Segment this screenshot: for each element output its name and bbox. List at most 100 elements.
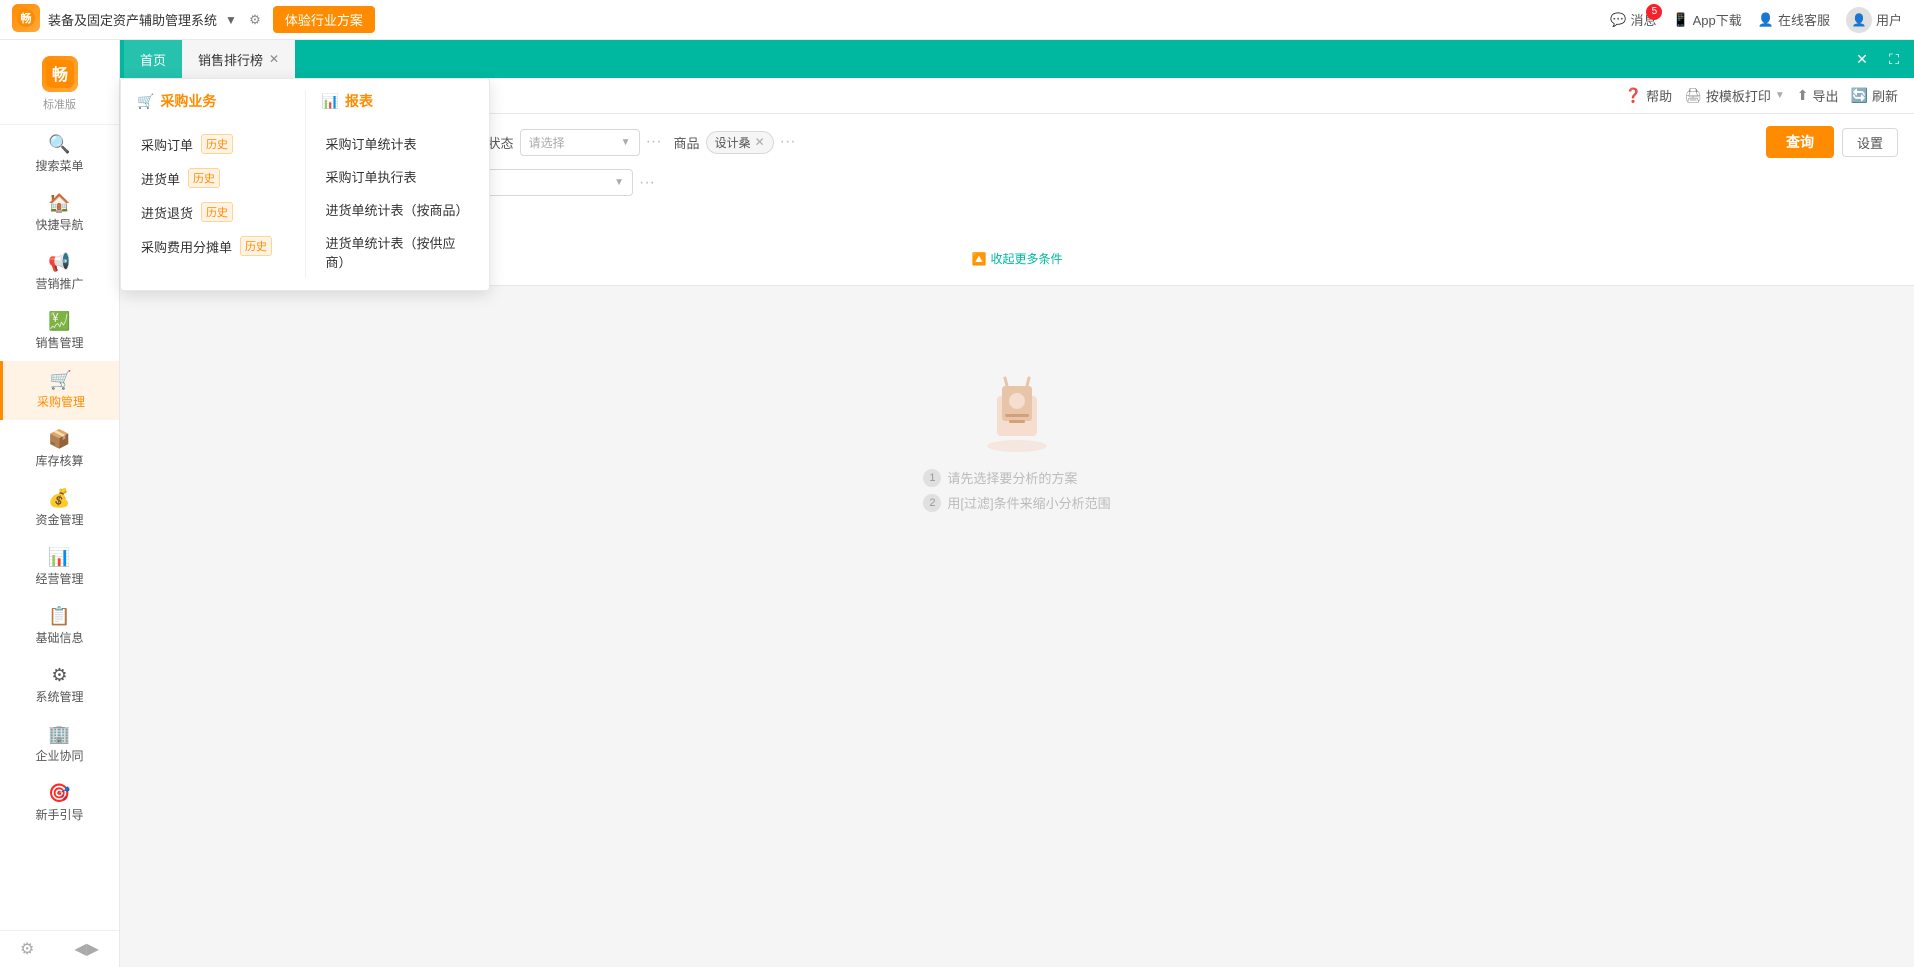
help-icon: ❓ [1625, 87, 1642, 104]
inventory-icon: 📦 [48, 430, 70, 448]
top-bar-left: 畅 装备及固定资产辅助管理系统 ▼ ⚙ 体验行业方案 [12, 4, 1600, 36]
top-bar-right: 💬 消息 5 📱 App下载 👤 在线客服 👤 用户 [1610, 7, 1902, 33]
tab-bar: 首页 销售排行榜 ✕ ✕ ⛶ [120, 40, 1914, 78]
tab-sales-rank[interactable]: 销售排行榜 ✕ [182, 40, 295, 78]
rank-filter-item: 排名项目 金额 ▼ ··· [136, 168, 376, 197]
goods-filter-item: 商品 设计桑 ✕ ··· [674, 131, 874, 154]
customer-label: 客户 [136, 211, 162, 230]
query-btn[interactable]: 查询 [1766, 126, 1834, 158]
settings-bottom-icon[interactable]: ⚙ [20, 939, 34, 959]
hint-text-2: 用[过滤]条件来缩小分析范围 [947, 493, 1110, 512]
staff-select[interactable]: 请选择 ▼ [433, 169, 633, 196]
dropdown-arrow-icon[interactable]: ▼ [225, 13, 237, 27]
refresh-btn[interactable]: 🔄 刷新 [1851, 86, 1898, 105]
industry-btn[interactable]: 体验行业方案 [273, 6, 375, 33]
filter-row-1: 日期 2024-01-01 - 2024-12-31 近7天 | 更多 | 自定… [136, 126, 1898, 158]
tab-home[interactable]: 首页 [124, 40, 182, 78]
customer-more-icon[interactable]: ··· [374, 212, 390, 230]
help-btn[interactable]: ❓ 帮助 [1625, 86, 1672, 105]
customer-select[interactable]: 请选择 [168, 207, 368, 234]
enterprise-icon: 🏢 [48, 725, 70, 743]
date-options: 近7天 | 更多 | 自定义 [337, 134, 450, 151]
empty-hints: 1 请先选择要分析的方案 2 用[过滤]条件来缩小分析范围 [923, 468, 1110, 512]
phone-icon: 📱 [1672, 12, 1688, 28]
date-range-input[interactable]: 2024-01-01 - 2024-12-31 [168, 130, 331, 155]
sales-icon: 💹 [48, 312, 70, 330]
setting-btn[interactable]: 设置 [1842, 128, 1898, 157]
tab-close-page-icon[interactable]: ✕ [1850, 47, 1874, 71]
search-icon: 🔍 [48, 135, 70, 153]
sidebar-item-operations[interactable]: 📊 经营管理 [0, 538, 119, 597]
goods-label: 商品 [674, 133, 700, 152]
date-opt-7days[interactable]: 近7天 [337, 134, 368, 151]
print-icon: 🖨 [1684, 87, 1702, 104]
logo-icon: 畅 [12, 4, 40, 32]
sidebar-item-inventory[interactable]: 📦 库存核算 [0, 420, 119, 479]
date-opt-sep2: | [406, 135, 409, 149]
settings-icon[interactable]: ⚙ [245, 10, 265, 30]
app-download-btn[interactable]: 📱 App下载 [1672, 10, 1741, 29]
tab-bar-actions: ✕ ⛶ [1850, 47, 1914, 71]
empty-illustration [967, 366, 1067, 456]
goods-more-icon[interactable]: ··· [780, 133, 796, 151]
sidebar-item-search[interactable]: 🔍 搜索菜单 [0, 125, 119, 184]
filter-row-3: 客户 请选择 ··· [136, 207, 1898, 234]
sidebar-item-purchase[interactable]: 🛒 采购管理 [0, 361, 119, 420]
page-content: ❓ 帮助 🖨 按模板打印 ▼ ⬆ 导出 🔄 刷新 [120, 78, 1914, 967]
rank-more-icon[interactable]: ··· [360, 174, 376, 192]
toolbar: ❓ 帮助 🖨 按模板打印 ▼ ⬆ 导出 🔄 刷新 [120, 78, 1914, 114]
sidebar-item-capital[interactable]: 💰 资金管理 [0, 479, 119, 538]
tab-close-icon[interactable]: ✕ [269, 52, 279, 66]
sidebar-item-sales[interactable]: 💹 销售管理 [0, 302, 119, 361]
marketing-icon: 📢 [48, 253, 70, 271]
date-opt-more[interactable]: 更多 [378, 134, 402, 151]
export-btn[interactable]: ⬆ 导出 [1797, 86, 1839, 105]
hint-num-1: 1 [923, 469, 941, 487]
staff-more-icon[interactable]: ··· [639, 174, 655, 192]
staff-arrow-icon: ▼ [614, 177, 624, 188]
sidebar-item-system[interactable]: ⚙ 系统管理 [0, 656, 119, 715]
tab-maximize-icon[interactable]: ⛶ [1882, 47, 1906, 71]
print-btn[interactable]: 🖨 按模板打印 ▼ [1684, 86, 1785, 105]
avatar: 👤 [1846, 7, 1872, 33]
goods-tag-close-icon[interactable]: ✕ [755, 135, 765, 149]
date-opt-custom[interactable]: 自定义 [414, 134, 450, 151]
print-arrow-icon: ▼ [1775, 90, 1785, 101]
messages-btn[interactable]: 💬 消息 5 [1610, 10, 1656, 29]
sidebar-item-marketing[interactable]: 📢 营销推广 [0, 243, 119, 302]
hint-text-1: 请先选择要分析的方案 [947, 468, 1077, 487]
sidebar-nav: 🔍 搜索菜单 🏠 快捷导航 📢 营销推广 💹 销售管理 🛒 采购管理 📦 [0, 125, 119, 930]
sidebar-item-quick-nav[interactable]: 🏠 快捷导航 [0, 184, 119, 243]
sidebar-bottom: ⚙ ◀▶ [0, 930, 119, 967]
empty-state: 1 请先选择要分析的方案 2 用[过滤]条件来缩小分析范围 [120, 286, 1914, 592]
top-bar: 畅 装备及固定资产辅助管理系统 ▼ ⚙ 体验行业方案 💬 消息 5 📱 App下… [0, 0, 1914, 40]
svg-text:畅: 畅 [21, 11, 32, 25]
sidebar-item-enterprise[interactable]: 🏢 企业协同 [0, 715, 119, 774]
main-layout: 畅 标准版 🔍 搜索菜单 🏠 快捷导航 📢 营销推广 💹 销售管理 🛒 [0, 40, 1914, 967]
collapse-up-icon: 🔼 [972, 252, 987, 266]
staff-filter-item: 业务员 请选择 ▼ ··· [388, 169, 655, 196]
content-area: 首页 销售排行榜 ✕ ✕ ⛶ ❓ 帮助 🖨 按模板打印 [120, 40, 1914, 967]
order-status-arrow-icon: ▼ [621, 137, 631, 148]
rank-select[interactable]: 金额 ▼ [194, 168, 354, 197]
message-badge: 5 [1646, 4, 1662, 20]
order-status-more-icon[interactable]: ··· [646, 133, 662, 151]
sidebar-item-guide[interactable]: 🎯 新手引导 [0, 774, 119, 833]
service-icon: 👤 [1758, 12, 1774, 28]
rank-value: 金额 [203, 173, 229, 192]
date-range-value: 2024-01-01 - 2024-12-31 [177, 135, 322, 150]
user-btn[interactable]: 👤 用户 [1846, 7, 1902, 33]
refresh-icon: 🔄 [1851, 87, 1868, 104]
collapse-sidebar-icon[interactable]: ◀▶ [74, 939, 99, 959]
sidebar-item-basic-info[interactable]: 📋 基础信息 [0, 597, 119, 656]
system-icon: ⚙ [51, 666, 67, 684]
online-service-btn[interactable]: 👤 在线客服 [1758, 10, 1830, 29]
staff-label: 业务员 [388, 173, 427, 192]
date-opt-sep1: | [371, 135, 374, 149]
logo-area: 畅 标准版 [0, 48, 119, 125]
order-status-select[interactable]: 请选择 ▼ [520, 129, 640, 156]
customer-filter-item: 客户 请选择 ··· [136, 207, 390, 234]
collapse-btn[interactable]: 🔼 收起更多条件 [972, 250, 1063, 267]
sidebar: 畅 标准版 🔍 搜索菜单 🏠 快捷导航 📢 营销推广 💹 销售管理 🛒 [0, 40, 120, 967]
date-filter-item: 日期 2024-01-01 - 2024-12-31 近7天 | 更多 | 自定… [136, 130, 450, 155]
